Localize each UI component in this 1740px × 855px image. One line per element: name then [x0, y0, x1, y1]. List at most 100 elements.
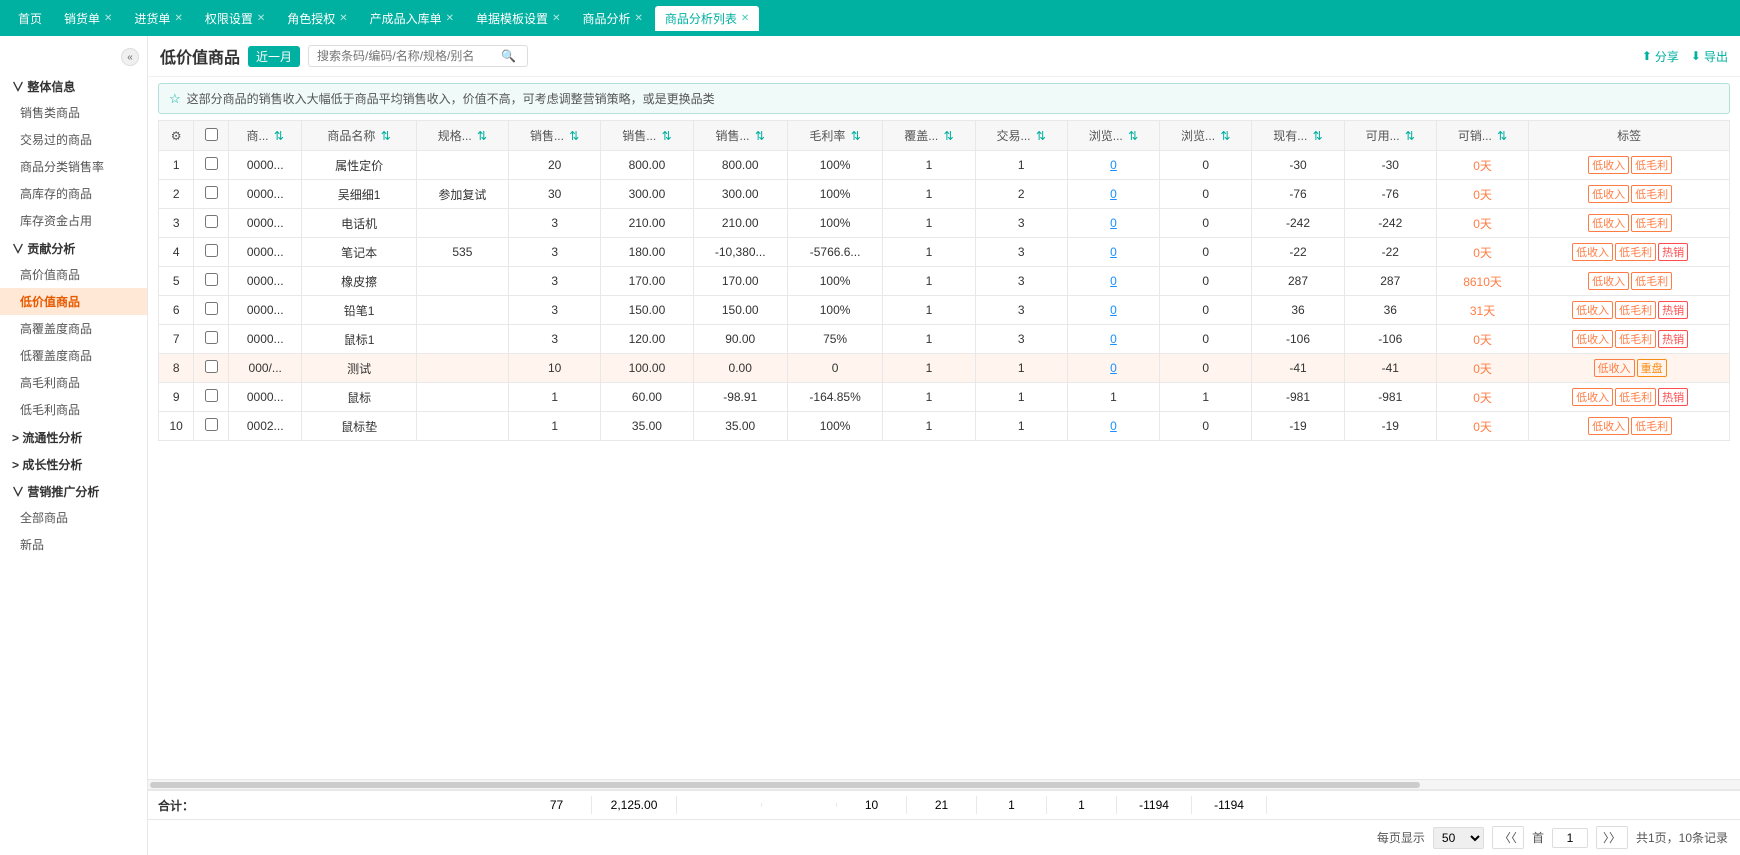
row-checkbox[interactable]	[205, 389, 218, 402]
row-checkbox[interactable]	[205, 215, 218, 228]
col-browse1[interactable]: 浏览... ⇅	[1067, 121, 1159, 151]
sidebar-item-sales-products[interactable]: 销售类商品	[0, 99, 147, 126]
row-checkbox[interactable]	[205, 360, 218, 373]
nav-home[interactable]: 首页	[8, 6, 52, 31]
cell-checkbox[interactable]	[194, 383, 229, 412]
sidebar-item-low-value[interactable]: 低价值商品	[0, 288, 147, 315]
sidebar-item-high-coverage[interactable]: 高覆盖度商品	[0, 315, 147, 342]
sidebar-item-low-margin[interactable]: 低毛利商品	[0, 396, 147, 423]
row-checkbox[interactable]	[205, 273, 218, 286]
nav-product-analysis[interactable]: 商品分析 ✕	[572, 6, 652, 31]
sidebar-item-category-sales-rate[interactable]: 商品分类销售率	[0, 153, 147, 180]
col-stock1[interactable]: 现有... ⇅	[1252, 121, 1344, 151]
sidebar-item-new-products[interactable]: 新品	[0, 531, 147, 558]
cell-stock1: -981	[1252, 383, 1344, 412]
col-settings[interactable]: ⚙	[159, 121, 194, 151]
nav-sales-order[interactable]: 销货单 ✕	[54, 6, 122, 31]
scrollbar-thumb[interactable]	[150, 782, 1420, 788]
col-s2[interactable]: 销售... ⇅	[601, 121, 693, 151]
col-name[interactable]: 商品名称 ⇅	[302, 121, 416, 151]
cell-checkbox[interactable]	[194, 354, 229, 383]
sidebar-item-traded-products[interactable]: 交易过的商品	[0, 126, 147, 153]
browse-link[interactable]: 0	[1110, 332, 1117, 346]
col-spec[interactable]: 规格... ⇅	[416, 121, 508, 151]
search-icon[interactable]: 🔍	[501, 49, 516, 63]
sidebar-item-all-products[interactable]: 全部商品	[0, 504, 147, 531]
time-filter-button[interactable]: 近一月	[248, 46, 300, 67]
collapse-button[interactable]: «	[121, 48, 139, 66]
export-button[interactable]: ⬇ 导出	[1691, 48, 1728, 65]
nav-product-analysis-list[interactable]: 商品分析列表 ✕	[655, 6, 759, 31]
browse-link[interactable]: 0	[1110, 187, 1117, 201]
cell-stock2: -41	[1344, 354, 1436, 383]
cell-checkbox[interactable]	[194, 267, 229, 296]
cell-checkbox[interactable]	[194, 151, 229, 180]
row-checkbox[interactable]	[205, 157, 218, 170]
sidebar-group-growth[interactable]: > 成长性分析	[0, 450, 147, 477]
row-checkbox[interactable]	[205, 186, 218, 199]
browse-link[interactable]: 0	[1110, 419, 1117, 433]
cell-checkbox[interactable]	[194, 180, 229, 209]
close-icon[interactable]: ✕	[634, 13, 642, 24]
col-stock3[interactable]: 可销... ⇅	[1436, 121, 1528, 151]
row-checkbox[interactable]	[205, 244, 218, 257]
nav-permission[interactable]: 权限设置 ✕	[195, 6, 275, 31]
nav-purchase-order[interactable]: 进货单 ✕	[124, 6, 192, 31]
sidebar-item-high-stock[interactable]: 高库存的商品	[0, 180, 147, 207]
search-input[interactable]	[317, 49, 497, 63]
cell-checkbox[interactable]	[194, 325, 229, 354]
row-checkbox[interactable]	[205, 418, 218, 431]
tag-badge: 低收入	[1572, 388, 1613, 406]
sidebar-group-contribution[interactable]: ∨ 贡献分析	[0, 234, 147, 261]
close-icon[interactable]: ✕	[104, 13, 112, 24]
nav-role[interactable]: 角色授权 ✕	[277, 6, 357, 31]
col-margin[interactable]: 毛利率 ⇅	[787, 121, 882, 151]
browse-link[interactable]: 0	[1110, 245, 1117, 259]
cell-checkbox[interactable]	[194, 238, 229, 267]
col-cov[interactable]: 覆盖... ⇅	[883, 121, 975, 151]
browse-link[interactable]: 0	[1110, 361, 1117, 375]
cell-s1: 20	[509, 151, 601, 180]
close-icon[interactable]: ✕	[339, 13, 347, 24]
share-button[interactable]: ⬆ 分享	[1642, 48, 1679, 65]
cell-cov: 1	[883, 296, 975, 325]
browse-link[interactable]: 0	[1110, 274, 1117, 288]
col-code[interactable]: 商... ⇅	[229, 121, 302, 151]
browse-link[interactable]: 0	[1110, 216, 1117, 230]
nav-finished-goods[interactable]: 产成品入库单 ✕	[360, 6, 464, 31]
col-trade[interactable]: 交易... ⇅	[975, 121, 1067, 151]
col-s1[interactable]: 销售... ⇅	[509, 121, 601, 151]
close-icon[interactable]: ✕	[552, 13, 560, 24]
sidebar-group-circulation[interactable]: > 流通性分析	[0, 423, 147, 450]
col-browse2[interactable]: 浏览... ⇅	[1160, 121, 1252, 151]
row-checkbox[interactable]	[205, 302, 218, 315]
cell-spec	[416, 209, 508, 238]
row-checkbox[interactable]	[205, 331, 218, 344]
gear-icon[interactable]: ⚙	[171, 129, 182, 143]
sidebar-item-high-margin[interactable]: 高毛利商品	[0, 369, 147, 396]
last-page-button[interactable]: 〉〉	[1596, 826, 1628, 849]
cell-checkbox[interactable]	[194, 412, 229, 441]
first-page-button[interactable]: 〈〈	[1492, 826, 1524, 849]
sidebar-group-marketing[interactable]: ∨ 营销推广分析	[0, 477, 147, 504]
cell-checkbox[interactable]	[194, 209, 229, 238]
col-s3[interactable]: 销售... ⇅	[693, 121, 787, 151]
nav-template[interactable]: 单据模板设置 ✕	[466, 6, 570, 31]
close-icon[interactable]: ✕	[174, 13, 182, 24]
select-all-checkbox[interactable]	[205, 128, 218, 141]
close-icon[interactable]: ✕	[741, 13, 749, 24]
browse-link[interactable]: 0	[1110, 158, 1117, 172]
horizontal-scrollbar[interactable]	[148, 779, 1740, 789]
sidebar-group-overall[interactable]: ∨ 整体信息	[0, 72, 147, 99]
col-stock2[interactable]: 可用... ⇅	[1344, 121, 1436, 151]
per-page-select[interactable]: 50 100 200	[1433, 827, 1484, 849]
cell-checkbox[interactable]	[194, 296, 229, 325]
sidebar-item-low-coverage[interactable]: 低覆盖度商品	[0, 342, 147, 369]
sidebar-item-stock-capital[interactable]: 库存资金占用	[0, 207, 147, 234]
cell-days: 0天	[1436, 354, 1528, 383]
close-icon[interactable]: ✕	[257, 13, 265, 24]
browse-link[interactable]: 0	[1110, 303, 1117, 317]
close-icon[interactable]: ✕	[446, 13, 454, 24]
page-number-input[interactable]	[1552, 828, 1588, 848]
sidebar-item-high-value[interactable]: 高价值商品	[0, 261, 147, 288]
